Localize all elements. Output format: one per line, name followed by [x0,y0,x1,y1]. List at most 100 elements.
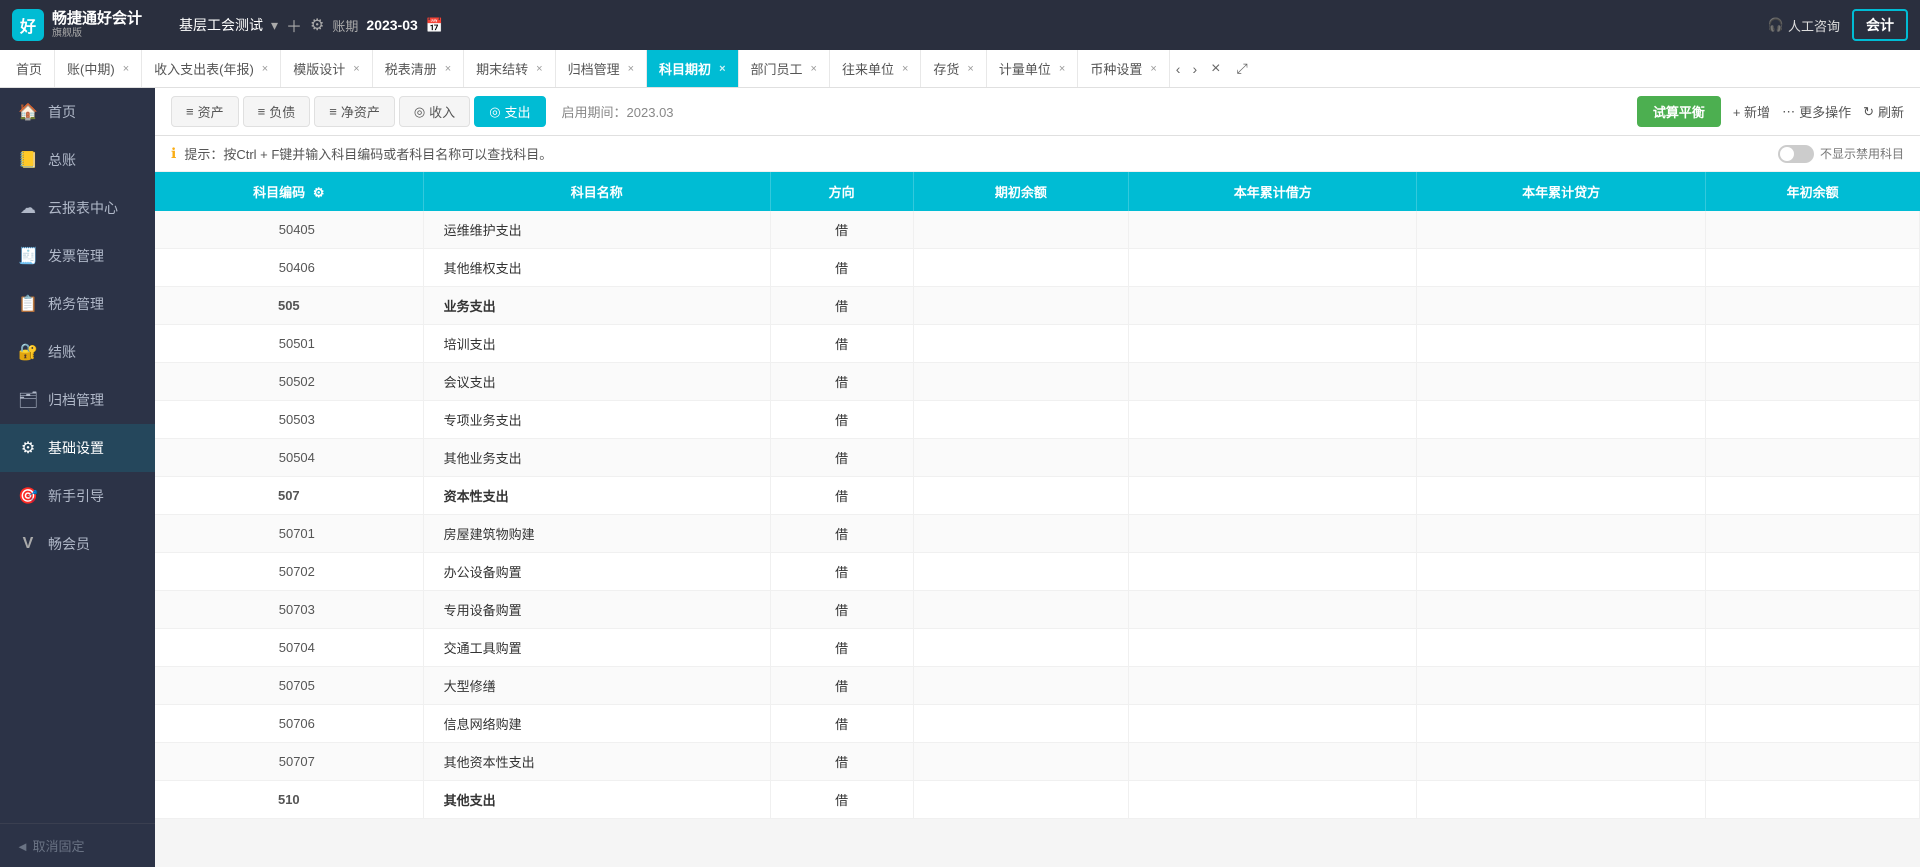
table-row[interactable]: 50707 其他资本性支出 借 [155,743,1920,781]
period-value: 2023-03 [366,17,417,33]
table-row[interactable]: 510 其他支出 借 [155,781,1920,819]
col-code: 科目编码 ⚙ [155,172,423,211]
refresh-button[interactable]: ↻ 刷新 [1863,102,1904,121]
table-row[interactable]: 50501 培训支出 借 [155,325,1920,363]
filter-tab-income[interactable]: ◎ 收入 [399,96,470,127]
table-row[interactable]: 50706 信息网络购建 借 [155,705,1920,743]
liabilities-icon: ≡ [258,104,266,119]
filter-tab-expenditure[interactable]: ◎ 支出 [474,96,545,127]
invoice-icon: 🧾 [18,246,38,266]
filter-tab-assets[interactable]: ≡ 资产 [171,96,239,127]
cell-ytd-debit [1129,287,1417,325]
cell-ytd-debit [1129,667,1417,705]
tab-counterparty[interactable]: 往来单位 × [830,50,921,88]
sidebar-item-basic-settings[interactable]: ⚙ 基础设置 [0,424,155,472]
help-button[interactable]: 🎧 人工咨询 [1768,16,1840,35]
tab-template[interactable]: 模版设计 × [281,50,372,88]
sidebar-item-checkout[interactable]: 🔐 结账 [0,328,155,376]
tab-close-all[interactable]: × [1203,60,1228,78]
table-row[interactable]: 50504 其他业务支出 借 [155,439,1920,477]
tab-inventory-close[interactable]: × [967,63,973,75]
cell-ytd-credit [1417,743,1705,781]
cell-code: 50704 [155,629,423,667]
tab-income-report-close[interactable]: × [262,63,268,75]
tab-home[interactable]: 首页 [4,50,55,88]
tab-period-transfer-close[interactable]: × [536,63,542,75]
company-dropdown-icon[interactable]: ▾ [271,17,278,34]
account-button[interactable]: 会计 [1852,9,1908,41]
sidebar-item-home[interactable]: 🏠 首页 [0,88,155,136]
tab-counterparty-close[interactable]: × [902,63,908,75]
table-row[interactable]: 50502 会议支出 借 [155,363,1920,401]
tab-subject-initial[interactable]: 科目期初 × [647,50,738,88]
tab-currency[interactable]: 币种设置 × [1078,50,1169,88]
table-row[interactable]: 50703 专用设备购置 借 [155,591,1920,629]
table-row[interactable]: 507 资本性支出 借 [155,477,1920,515]
cell-name: 运维维护支出 [423,211,770,249]
tab-tax[interactable]: 税表清册 × [373,50,464,88]
switch-track[interactable] [1778,145,1814,163]
add-button[interactable]: + 新增 [1733,102,1770,121]
calendar-icon[interactable]: 📅 [426,17,443,34]
sidebar-collapse-button[interactable]: ◄ 取消固定 [0,823,155,867]
tab-nav-next[interactable]: › [1186,61,1203,77]
more-label: 更多操作 [1799,102,1851,121]
cell-code: 507 [155,477,423,515]
cell-opening-balance [913,363,1129,401]
tab-nav-prev[interactable]: ‹ [1170,61,1187,77]
add-company-button[interactable]: ＋ [286,13,302,37]
tab-unit[interactable]: 计量单位 × [987,50,1078,88]
calc-balance-button[interactable]: 试算平衡 [1637,96,1721,127]
tab-template-close[interactable]: × [353,63,359,75]
tab-subject-initial-close[interactable]: × [719,63,725,75]
tab-inventory[interactable]: 存货 × [921,50,986,88]
table-row[interactable]: 50705 大型修缮 借 [155,667,1920,705]
table-row[interactable]: 50405 运维维护支出 借 [155,211,1920,249]
tab-tax-close[interactable]: × [445,63,451,75]
sidebar-item-member[interactable]: V 畅会员 [0,520,155,568]
table-row[interactable]: 50503 专项业务支出 借 [155,401,1920,439]
tab-department[interactable]: 部门员工 × [739,50,830,88]
cell-ytd-debit [1129,705,1417,743]
table-row[interactable]: 505 业务支出 借 [155,287,1920,325]
tab-department-close[interactable]: × [811,63,817,75]
tab-archive[interactable]: 归档管理 × [556,50,647,88]
cell-code: 50501 [155,325,423,363]
sidebar-item-archive[interactable]: 🗂 归档管理 [0,376,155,424]
cell-ytd-debit [1129,439,1417,477]
tab-expand[interactable]: ⤢ [1228,60,1255,77]
tab-subject-initial-label: 科目期初 [659,59,711,78]
sidebar-item-tax[interactable]: 📋 税务管理 [0,280,155,328]
table-row[interactable]: 50701 房屋建筑物购建 借 [155,515,1920,553]
cell-ytd-credit [1417,325,1705,363]
sidebar-item-guide[interactable]: 🎯 新手引导 [0,472,155,520]
sidebar-basic-settings-label: 基础设置 [48,438,104,458]
tab-unit-close[interactable]: × [1059,63,1065,75]
filter-tab-liabilities[interactable]: ≡ 负债 [243,96,311,127]
tab-ledger[interactable]: 账(中期) × [55,50,142,88]
more-actions-button[interactable]: ⋯ 更多操作 [1782,102,1851,121]
sidebar-item-ledger[interactable]: 📒 总账 [0,136,155,184]
column-settings-icon[interactable]: ⚙ [313,185,325,200]
cell-ytd-credit [1417,287,1705,325]
tab-income-report[interactable]: 收入支出表(年报) × [142,50,281,88]
table-row[interactable]: 50406 其他维权支出 借 [155,249,1920,287]
sidebar-item-invoice[interactable]: 🧾 发票管理 [0,232,155,280]
cell-direction: 借 [770,477,913,515]
settings-icon[interactable]: ⚙ [310,15,324,35]
table-wrap[interactable]: 科目编码 ⚙ 科目名称 方向 期初余额 本年累计借方 本年累计贷方 年初余额 5… [155,172,1920,867]
tab-currency-close[interactable]: × [1150,63,1156,75]
tab-ledger-close[interactable]: × [123,63,129,75]
filter-tab-net-assets[interactable]: ≡ 净资产 [314,96,395,127]
cell-year-opening [1705,515,1919,553]
toggle-disabled-subjects[interactable]: 不显示禁用科目 [1778,145,1904,163]
sidebar-invoice-label: 发票管理 [48,246,104,266]
ledger-icon: 📒 [18,150,38,170]
tab-period-transfer[interactable]: 期末结转 × [464,50,555,88]
table-row[interactable]: 50704 交通工具购置 借 [155,629,1920,667]
sidebar-archive-label: 归档管理 [48,390,104,410]
tab-archive-close[interactable]: × [628,63,634,75]
table-row[interactable]: 50702 办公设备购置 借 [155,553,1920,591]
sidebar-item-cloud-report[interactable]: ☁ 云报表中心 [0,184,155,232]
cell-name: 业务支出 [423,287,770,325]
